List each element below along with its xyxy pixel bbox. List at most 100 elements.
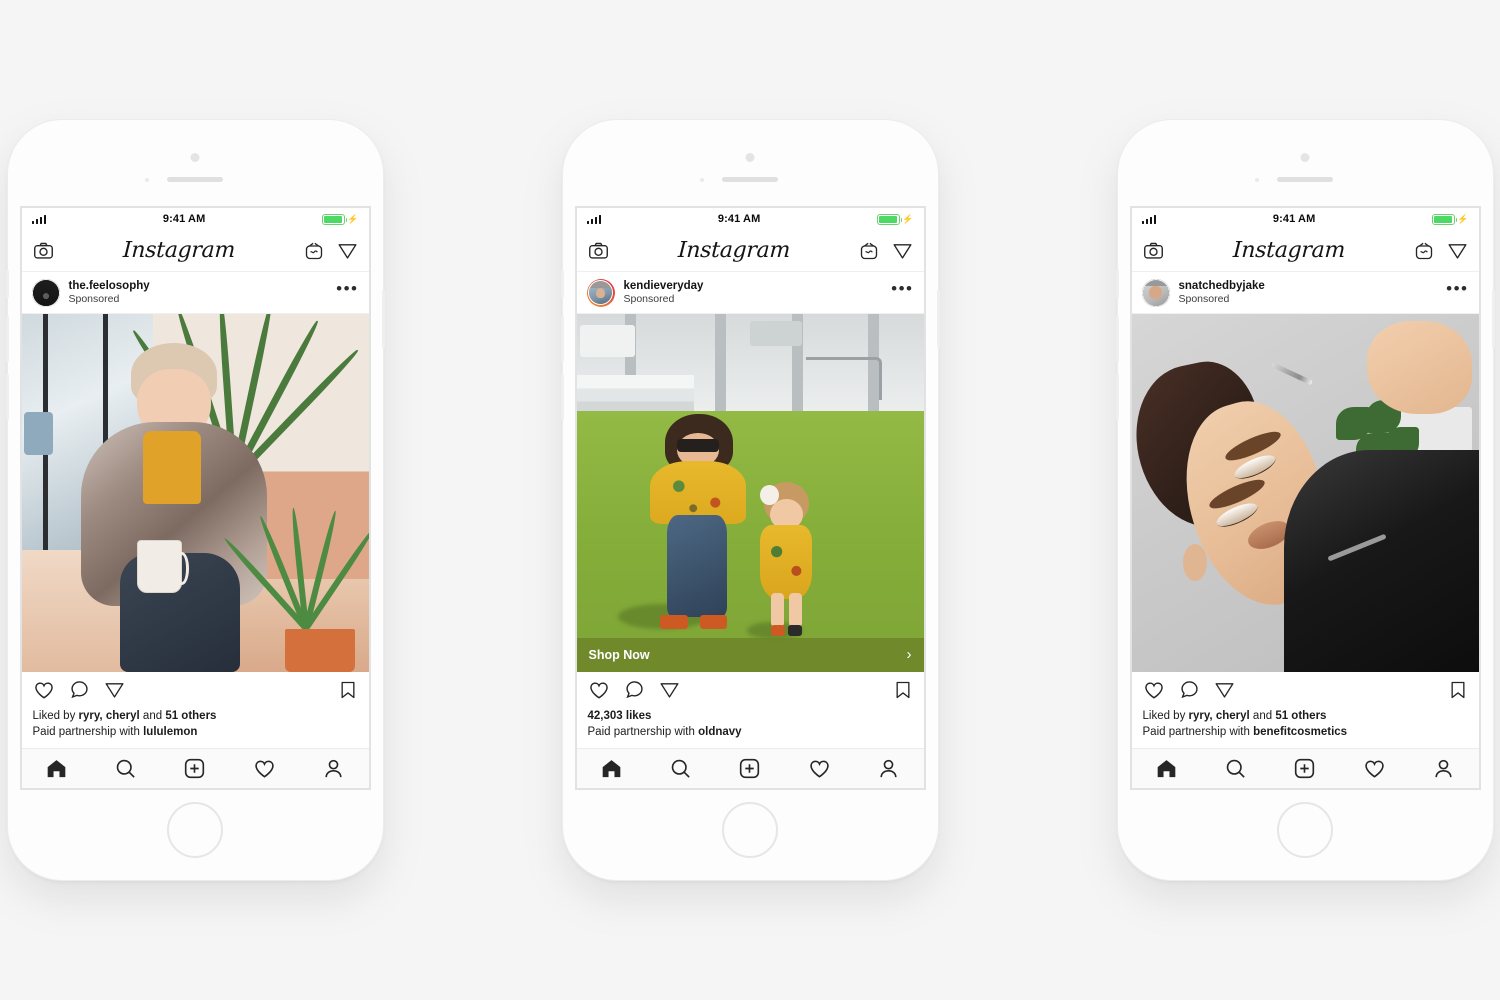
camera-icon[interactable] [33, 240, 54, 261]
likes-text: 42,303 likes [587, 709, 652, 722]
phone-3-screen: 9:41 AM ⚡ Instagram snatchedbyjake Spons… [1129, 206, 1481, 790]
likes-text: Liked by ryry, cheryl and 51 others [1142, 709, 1327, 722]
post-caption: 42,303 likes Paid partnership with oldna… [576, 707, 924, 748]
instagram-nav-bar: Instagram [21, 230, 369, 272]
avatar[interactable] [1141, 278, 1170, 307]
bottom-tab-bar [576, 748, 924, 788]
brand-name: lululemon [143, 726, 198, 739]
shop-now-label: Shop Now [588, 647, 650, 662]
post-header: kendieveryday Sponsored ••• [576, 272, 924, 314]
igtv-icon[interactable] [859, 241, 879, 261]
camera-icon[interactable] [588, 240, 609, 261]
chevron-right-icon: › [906, 646, 912, 664]
power-button[interactable] [1491, 290, 1495, 348]
heart-icon[interactable] [588, 679, 610, 701]
share-paper-plane-icon[interactable] [1214, 679, 1235, 700]
post-header: the.feelosophy Sponsored ••• [21, 272, 369, 314]
add-post-icon[interactable] [738, 757, 761, 780]
igtv-icon[interactable] [1414, 241, 1434, 261]
post-media[interactable] [1131, 314, 1479, 672]
proximity-sensor [700, 178, 704, 182]
bottom-tab-bar [1131, 748, 1479, 788]
share-paper-plane-icon[interactable] [659, 679, 680, 700]
power-button[interactable] [936, 290, 940, 348]
home-icon[interactable] [45, 757, 68, 780]
add-post-icon[interactable] [1293, 757, 1316, 780]
mute-switch[interactable] [560, 270, 564, 298]
profile-person-icon[interactable] [322, 757, 345, 780]
search-icon[interactable] [114, 757, 137, 780]
volume-down-button[interactable] [1115, 374, 1119, 420]
status-time: 9:41 AM [717, 213, 761, 225]
account-name[interactable]: the.feelosophy [69, 279, 337, 293]
post-caption: Liked by ryry, cheryl and 51 others Paid… [21, 707, 369, 748]
comment-bubble-icon[interactable] [624, 679, 645, 700]
comment-bubble-icon[interactable] [69, 679, 90, 700]
account-name[interactable]: kendieveryday [624, 279, 892, 293]
post-caption: Liked by ryry, cheryl and 51 others Paid… [1131, 707, 1479, 748]
status-time: 9:41 AM [1272, 213, 1316, 225]
home-button[interactable] [722, 802, 778, 858]
avatar[interactable] [31, 278, 60, 307]
shop-now-banner[interactable]: Shop Now › [576, 637, 924, 672]
bookmark-icon[interactable] [1448, 680, 1468, 700]
volume-up-button[interactable] [1115, 316, 1119, 362]
battery-charging-icon: ⚡ [877, 213, 914, 225]
direct-message-icon[interactable] [1447, 240, 1468, 261]
profile-person-icon[interactable] [877, 757, 900, 780]
heart-activity-icon[interactable] [808, 757, 831, 780]
avatar[interactable] [586, 278, 615, 307]
phone-2: 9:41 AM ⚡ Instagram kendieveryday Sponso… [560, 120, 940, 880]
brand-name: oldnavy [698, 726, 742, 739]
home-button[interactable] [167, 802, 223, 858]
sponsored-label: Sponsored [623, 293, 675, 306]
volume-up-button[interactable] [560, 316, 564, 362]
post-actions [1131, 671, 1479, 708]
status-time: 9:41 AM [162, 213, 206, 225]
home-button[interactable] [1277, 802, 1333, 858]
instagram-nav-bar: Instagram [576, 230, 924, 272]
comment-bubble-icon[interactable] [1179, 679, 1200, 700]
home-icon[interactable] [1155, 757, 1178, 780]
search-icon[interactable] [669, 757, 692, 780]
post-image [21, 314, 369, 672]
bookmark-icon[interactable] [338, 680, 358, 700]
heart-icon[interactable] [1143, 679, 1165, 701]
heart-icon[interactable] [33, 679, 55, 701]
igtv-icon[interactable] [304, 241, 324, 261]
bookmark-icon[interactable] [893, 680, 913, 700]
direct-message-icon[interactable] [892, 240, 913, 261]
phone-1: 9:41 AM ⚡ Instagram the.feelosophy Spons… [5, 120, 385, 880]
likes-text: Liked by ryry, cheryl and 51 others [32, 709, 217, 722]
power-button[interactable] [381, 290, 385, 348]
phone-1-screen: 9:41 AM ⚡ Instagram the.feelosophy Spons… [19, 206, 371, 790]
account-name[interactable]: snatchedbyjake [1179, 279, 1447, 293]
camera-icon[interactable] [1143, 240, 1164, 261]
paid-partnership-text: Paid partnership with lululemon [32, 726, 198, 739]
post-media[interactable] [21, 314, 369, 672]
mute-switch[interactable] [5, 270, 9, 298]
heart-activity-icon[interactable] [1363, 757, 1386, 780]
post-actions [576, 671, 924, 708]
mute-switch[interactable] [1115, 270, 1119, 298]
phone-mockup-stage: 9:41 AM ⚡ Instagram the.feelosophy Spons… [0, 0, 1500, 1000]
share-paper-plane-icon[interactable] [104, 679, 125, 700]
volume-down-button[interactable] [560, 374, 564, 420]
battery-charging-icon: ⚡ [322, 213, 359, 225]
bottom-tab-bar [21, 748, 369, 788]
more-options-button[interactable]: ••• [891, 280, 913, 299]
search-icon[interactable] [1224, 757, 1247, 780]
more-options-button[interactable]: ••• [1446, 280, 1468, 299]
home-icon[interactable] [600, 757, 623, 780]
phone-2-screen: 9:41 AM ⚡ Instagram kendieveryday Sponso… [574, 206, 926, 790]
instagram-nav-bar: Instagram [1131, 230, 1479, 272]
status-bar: 9:41 AM ⚡ [576, 208, 924, 230]
add-post-icon[interactable] [183, 757, 206, 780]
volume-up-button[interactable] [5, 316, 9, 362]
volume-down-button[interactable] [5, 374, 9, 420]
post-media[interactable]: Shop Now › [576, 314, 924, 672]
direct-message-icon[interactable] [337, 240, 358, 261]
heart-activity-icon[interactable] [253, 757, 276, 780]
more-options-button[interactable]: ••• [336, 280, 358, 299]
profile-person-icon[interactable] [1432, 757, 1455, 780]
